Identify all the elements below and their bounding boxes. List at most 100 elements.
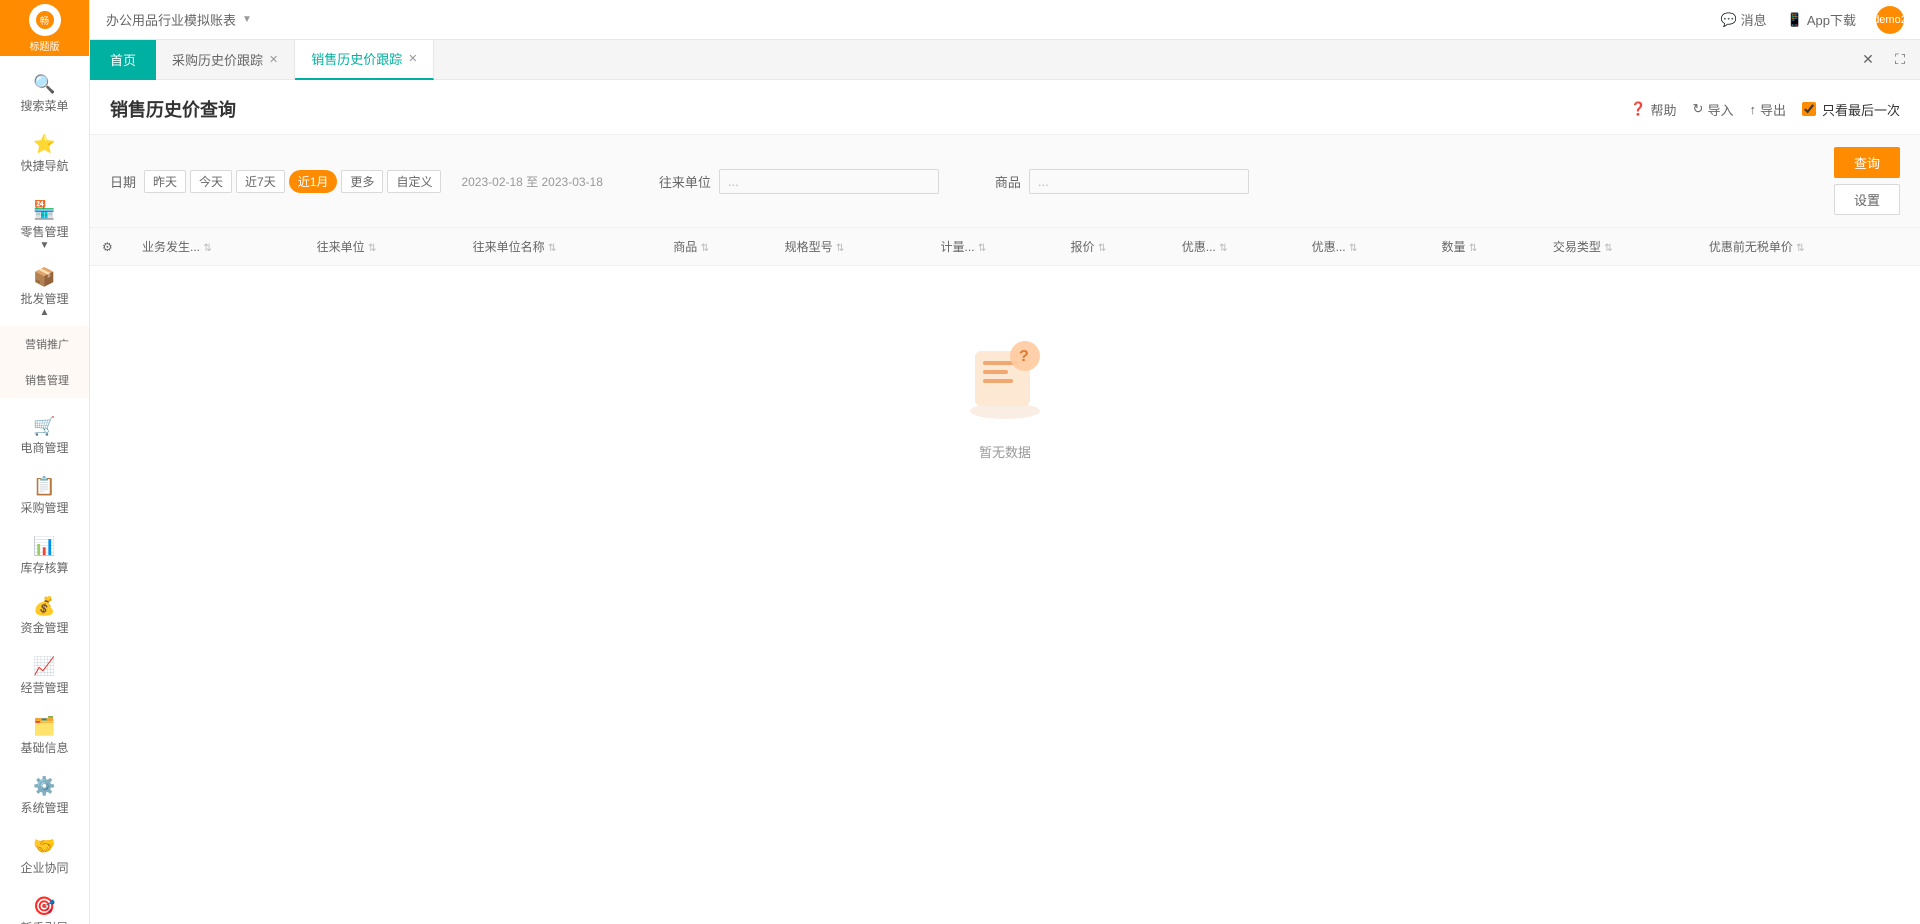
- only-last-checkbox[interactable]: [1802, 102, 1816, 116]
- app-download-button[interactable]: 📱 App下载: [1787, 10, 1856, 29]
- sort-icon: ⇅: [548, 243, 556, 254]
- sidebar-item-wholesale[interactable]: 📦 批发管理 ▲: [0, 259, 89, 326]
- sidebar-item-label: 企业协同: [20, 859, 68, 876]
- svg-text:?: ?: [1019, 348, 1029, 365]
- star-icon: ⭐: [33, 134, 55, 155]
- sidebar-item-label: 营销推广: [25, 336, 69, 352]
- date-btn-custom[interactable]: 自定义: [387, 170, 441, 193]
- settings-button[interactable]: 设置: [1834, 184, 1900, 215]
- sidebar-item-system[interactable]: ⚙️ 系统管理: [0, 766, 89, 826]
- user-name: demo2: [1876, 14, 1904, 26]
- date-btn-more[interactable]: 更多: [341, 170, 383, 193]
- inventory-icon: 📊: [33, 536, 55, 557]
- sidebar: 畅 标题版 🔍 搜索菜单 ⭐ 快捷导航 🏪 零售管理 ▼ 📦 批发管理 ▲ 营销…: [0, 0, 90, 924]
- sidebar-item-enterprise[interactable]: 🤝 企业协同: [0, 826, 89, 886]
- logo-icon: 畅: [29, 4, 61, 36]
- th-biz-date[interactable]: 业务发生... ⇅: [130, 228, 305, 266]
- date-btn-last7[interactable]: 近7天: [236, 170, 285, 193]
- wholesale-icon: 📦: [33, 267, 55, 288]
- th-unit[interactable]: 计量... ⇅: [929, 228, 1059, 266]
- sidebar-item-basic[interactable]: 🗂️ 基础信息: [0, 706, 89, 766]
- main-area: 办公用品行业模拟账表 ▼ 💬 消息 📱 App下载 demo2 首页 采购历史价…: [90, 0, 1920, 924]
- sort-icon: ⇅: [1219, 243, 1227, 254]
- date-btn-today[interactable]: 今天: [190, 170, 232, 193]
- sidebar-item-finance[interactable]: 💰 资金管理: [0, 586, 89, 646]
- finance-icon: 💰: [33, 596, 55, 617]
- product-placeholder: ...: [1038, 174, 1049, 189]
- th-product[interactable]: 商品 ⇅: [661, 228, 772, 266]
- svg-text:畅: 畅: [40, 15, 49, 26]
- message-button[interactable]: 💬 消息: [1720, 10, 1766, 29]
- sidebar-item-search[interactable]: 🔍 搜索菜单: [0, 64, 89, 124]
- sidebar-item-operation[interactable]: 📈 经营管理: [0, 646, 89, 706]
- sidebar-item-ecommerce[interactable]: 🛒 电商管理: [0, 406, 89, 466]
- th-settings: ⚙: [90, 228, 130, 266]
- topbar-dropdown-icon[interactable]: ▼: [242, 14, 252, 25]
- basic-icon: 🗂️: [33, 716, 55, 737]
- sidebar-item-label: 经营管理: [20, 679, 68, 696]
- message-icon: 💬: [1720, 12, 1736, 28]
- sidebar-item-quicknav[interactable]: ⭐ 快捷导航: [0, 124, 89, 184]
- sidebar-item-label: 电商管理: [20, 439, 68, 456]
- sidebar-item-inventory[interactable]: 📊 库存核算: [0, 526, 89, 586]
- page-title: 销售历史价查询: [110, 96, 236, 122]
- sidebar-menu: 🔍 搜索菜单 ⭐ 快捷导航 🏪 零售管理 ▼ 📦 批发管理 ▲ 营销推广 销售管…: [0, 56, 89, 924]
- sidebar-item-label: 采购管理: [20, 499, 68, 516]
- product-filter: 商品 ...: [995, 169, 1249, 194]
- sort-icon: ⇅: [1469, 243, 1477, 254]
- tab-sales[interactable]: 销售历史价跟踪 ✕: [295, 40, 434, 80]
- th-partner-code[interactable]: 往来单位 ⇅: [305, 228, 461, 266]
- source-unit-input[interactable]: ...: [719, 169, 939, 194]
- sidebar-item-label: 资金管理: [20, 619, 68, 636]
- table-header-row: ⚙ 业务发生... ⇅ 往来单位 ⇅ 往来单位名称: [90, 228, 1920, 266]
- th-quote[interactable]: 报价 ⇅: [1058, 228, 1169, 266]
- sidebar-item-label: 零售管理: [20, 223, 68, 240]
- settings-gear-icon[interactable]: ⚙: [102, 240, 113, 254]
- table-header: ⚙ 业务发生... ⇅ 往来单位 ⇅ 往来单位名称: [90, 228, 1920, 266]
- system-icon: ⚙️: [33, 776, 55, 797]
- chevron-up-icon: ▲: [40, 307, 50, 318]
- sort-icon: ⇅: [1604, 243, 1612, 254]
- query-button[interactable]: 查询: [1834, 147, 1900, 178]
- tabbar: 首页 采购历史价跟踪 ✕ 销售历史价跟踪 ✕ ✕ ⛶: [90, 40, 1920, 80]
- only-last-label: 只看最后一次: [1822, 100, 1900, 119]
- sidebar-logo[interactable]: 畅 标题版: [0, 0, 90, 56]
- export-button[interactable]: ↑ 导出: [1749, 100, 1786, 119]
- sort-icon: ⇅: [368, 243, 376, 254]
- sort-icon: ⇅: [836, 243, 844, 254]
- date-btn-yesterday[interactable]: 昨天: [144, 170, 186, 193]
- sidebar-item-label: 快捷导航: [20, 157, 68, 174]
- help-button[interactable]: ❓ 帮助: [1630, 100, 1676, 119]
- tab-purchase[interactable]: 采购历史价跟踪 ✕: [156, 40, 295, 80]
- sidebar-item-sales-mgmt[interactable]: 销售管理: [0, 362, 89, 398]
- product-input[interactable]: ...: [1029, 169, 1249, 194]
- th-pretax-price[interactable]: 优惠前无税单价 ⇅: [1697, 228, 1920, 266]
- user-avatar[interactable]: demo2: [1876, 6, 1904, 34]
- th-discount2[interactable]: 优惠... ⇅: [1300, 228, 1430, 266]
- th-qty[interactable]: 数量 ⇅: [1430, 228, 1541, 266]
- sidebar-item-label: 基础信息: [20, 739, 68, 756]
- maximize-window-button[interactable]: ⛶: [1888, 48, 1912, 72]
- import-button[interactable]: ↻ 导入: [1693, 100, 1734, 119]
- th-discount1[interactable]: 优惠... ⇅: [1170, 228, 1300, 266]
- close-icon[interactable]: ✕: [408, 52, 417, 65]
- sort-icon: ⇅: [1349, 243, 1357, 254]
- th-spec[interactable]: 规格型号 ⇅: [773, 228, 929, 266]
- close-icon[interactable]: ✕: [269, 53, 278, 66]
- ecommerce-icon: 🛒: [33, 416, 55, 437]
- topbar: 办公用品行业模拟账表 ▼ 💬 消息 📱 App下载 demo2: [90, 0, 1920, 40]
- th-trade-type[interactable]: 交易类型 ⇅: [1541, 228, 1697, 266]
- source-unit-label: 往来单位: [659, 172, 711, 191]
- date-btn-last1m[interactable]: 近1月: [289, 170, 338, 193]
- sidebar-item-purchase[interactable]: 📋 采购管理: [0, 466, 89, 526]
- logo-text: 标题版: [30, 38, 60, 53]
- empty-icon: ?: [955, 326, 1055, 426]
- sidebar-item-guide[interactable]: 🎯 新手引导: [0, 886, 89, 924]
- tab-home[interactable]: 首页: [90, 40, 156, 80]
- close-window-button[interactable]: ✕: [1856, 48, 1880, 72]
- th-partner-name[interactable]: 往来单位名称 ⇅: [461, 228, 662, 266]
- empty-text: 暂无数据: [979, 442, 1031, 461]
- sidebar-item-retail[interactable]: 🏪 零售管理 ▼: [0, 192, 89, 259]
- content-area: 销售历史价查询 ❓ 帮助 ↻ 导入 ↑ 导出: [90, 80, 1920, 924]
- sidebar-item-marketing[interactable]: 营销推广: [0, 326, 89, 362]
